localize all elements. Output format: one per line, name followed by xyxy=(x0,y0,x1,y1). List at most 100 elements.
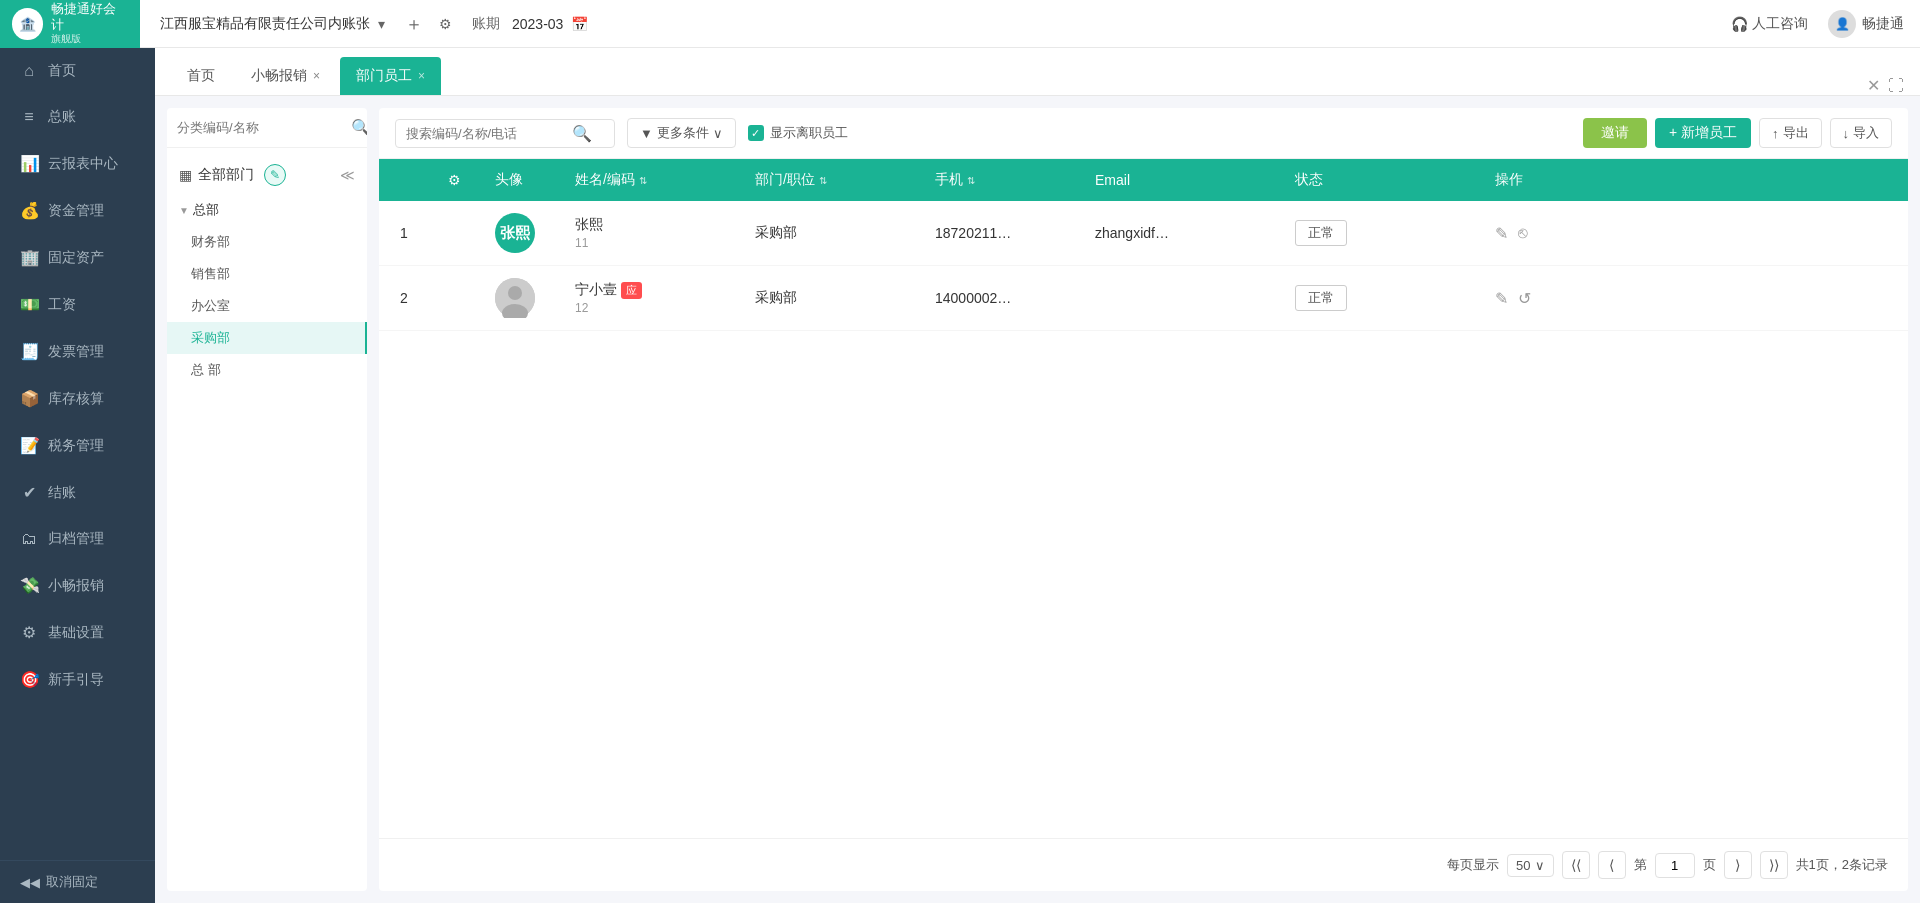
headset-icon: 🎧 xyxy=(1731,16,1748,32)
table-settings-icon[interactable]: ⚙ xyxy=(448,172,461,188)
col-phone[interactable]: 手机 ⇅ xyxy=(919,159,1079,201)
emp-table: ⚙ 头像 姓名/编码 ⇅ 部门/职位 ⇅ xyxy=(379,159,1908,838)
col-name-code[interactable]: 姓名/编码 ⇅ xyxy=(559,159,739,201)
inventory-icon: 📦 xyxy=(20,389,38,408)
col-dept-position[interactable]: 部门/职位 ⇅ xyxy=(739,159,919,201)
calendar-icon[interactable]: 📅 xyxy=(571,16,588,32)
page-size-select[interactable]: 50 ∨ xyxy=(1507,854,1553,877)
prev-page-button[interactable]: ⟨ xyxy=(1598,851,1626,879)
sidebar-item-home[interactable]: ⌂ 首页 xyxy=(0,48,155,94)
tab-expense-close[interactable]: × xyxy=(313,69,320,83)
dept-collapse-icon[interactable]: ≪ xyxy=(340,167,355,183)
last-page-button[interactable]: ⟩⟩ xyxy=(1760,851,1788,879)
total-label: 共1页，2条记录 xyxy=(1796,856,1888,874)
tab-expense-label: 小畅报销 xyxy=(251,67,307,85)
sidebar-item-guide[interactable]: 🎯 新手引导 xyxy=(0,656,155,703)
next-page-button[interactable]: ⟩ xyxy=(1724,851,1752,879)
sidebar-item-inventory[interactable]: 📦 库存核算 xyxy=(0,375,155,422)
row1-status: 正常 xyxy=(1279,201,1479,266)
all-dept-item[interactable]: ▦ 全部部门 ✎ ≪ xyxy=(167,156,367,194)
sidebar-item-expense[interactable]: 💸 小畅报销 xyxy=(0,562,155,609)
row1-edit-icon[interactable]: ✎ xyxy=(1495,224,1508,243)
row1-code: 11 xyxy=(575,236,723,250)
page-number-input[interactable] xyxy=(1655,853,1695,878)
close-window-btn[interactable]: ✕ xyxy=(1867,76,1880,95)
emp-search-icon[interactable]: 🔍 xyxy=(572,124,592,143)
dept-sales[interactable]: 销售部 xyxy=(167,258,367,290)
employee-table: ⚙ 头像 姓名/编码 ⇅ 部门/职位 ⇅ xyxy=(379,159,1908,331)
emp-toolbar: 🔍 ▼ 更多条件 ∨ ✓ 显示离职员工 邀请 xyxy=(379,108,1908,159)
row2-name: 宁小壹 xyxy=(575,281,617,299)
table-row: 2 xyxy=(379,266,1908,331)
show-resigned-area: ✓ 显示离职员工 xyxy=(748,124,848,142)
col-phone-label: 手机 xyxy=(935,171,963,187)
service-button[interactable]: 🎧 人工咨询 xyxy=(1731,15,1808,33)
sidebar-item-ledger[interactable]: ≡ 总账 xyxy=(0,94,155,140)
dept-search-input[interactable] xyxy=(177,120,345,135)
more-filter-label: 更多条件 xyxy=(657,124,709,142)
cancel-pin-button[interactable]: ◀◀ 取消固定 xyxy=(0,860,155,903)
sidebar-item-report[interactable]: 📊 云报表中心 xyxy=(0,140,155,187)
row2-refresh-icon[interactable]: ↺ xyxy=(1518,289,1531,308)
tab-employee-close[interactable]: × xyxy=(418,69,425,83)
show-resigned-checkbox[interactable]: ✓ xyxy=(748,125,764,141)
row2-avatar xyxy=(495,278,535,318)
row1-name: 张熙 xyxy=(575,216,723,234)
table-head: ⚙ 头像 姓名/编码 ⇅ 部门/职位 ⇅ xyxy=(379,159,1908,201)
table-row: 1 张熙 张熙 11 采购部 18720211… xyxy=(379,201,1908,266)
import-label: 导入 xyxy=(1853,124,1879,142)
row1-delete-icon[interactable]: ⎋ xyxy=(1518,224,1528,243)
company-name: 江西服宝精品有限责任公司内账张 xyxy=(160,15,370,33)
row2-index: 2 xyxy=(379,266,429,331)
tab-bar: 首页 小畅报销 × 部门员工 × ✕ ⛶ xyxy=(155,48,1920,96)
user-name: 畅捷通 xyxy=(1862,15,1904,33)
tab-home-label: 首页 xyxy=(187,67,215,85)
tab-employee[interactable]: 部门员工 × xyxy=(340,57,441,95)
dept-finance[interactable]: 财务部 xyxy=(167,226,367,258)
add-company-icon[interactable]: ＋ xyxy=(405,12,423,36)
import-icon: ↓ xyxy=(1843,126,1850,141)
row2-actions: ✎ ↺ xyxy=(1479,266,1908,331)
tab-home[interactable]: 首页 xyxy=(171,57,231,95)
sidebar-label-report: 云报表中心 xyxy=(48,155,118,173)
pin-icon: ◀◀ xyxy=(20,875,40,890)
employee-panel: 🔍 ▼ 更多条件 ∨ ✓ 显示离职员工 邀请 xyxy=(379,108,1908,891)
sidebar-item-salary[interactable]: 💵 工资 xyxy=(0,281,155,328)
dept-search-icon[interactable]: 🔍 xyxy=(351,118,367,137)
dept-office[interactable]: 办公室 xyxy=(167,290,367,322)
sidebar-item-archive[interactable]: 🗂 归档管理 xyxy=(0,516,155,562)
dept-edit-button[interactable]: ✎ xyxy=(264,164,286,186)
sidebar-item-closing[interactable]: ✔ 结账 xyxy=(0,469,155,516)
import-button[interactable]: ↓ 导入 xyxy=(1830,118,1893,148)
salary-icon: 💵 xyxy=(20,295,38,314)
tab-expense[interactable]: 小畅报销 × xyxy=(235,57,336,95)
settings-icon[interactable]: ⚙ xyxy=(439,16,452,32)
row2-edit-icon[interactable]: ✎ xyxy=(1495,289,1508,308)
sidebar-item-settings[interactable]: ⚙ 基础设置 xyxy=(0,609,155,656)
col-actions: 操作 xyxy=(1479,159,1908,201)
emp-search-input[interactable] xyxy=(406,126,566,141)
add-employee-button[interactable]: + 新增员工 xyxy=(1655,118,1751,148)
dept-purchase[interactable]: 采购部 xyxy=(167,322,367,354)
dept-hq[interactable]: ▼ 总部 xyxy=(167,194,367,226)
sidebar-item-tax[interactable]: 📝 税务管理 xyxy=(0,422,155,469)
sidebar-item-fixed[interactable]: 🏢 固定资产 xyxy=(0,234,155,281)
search-box: 🔍 xyxy=(395,119,615,148)
maximize-window-btn[interactable]: ⛶ xyxy=(1888,77,1904,95)
more-filter-button[interactable]: ▼ 更多条件 ∨ xyxy=(627,118,736,148)
settings-gear-icon: ⚙ xyxy=(20,623,38,642)
dept-general[interactable]: 总 部 xyxy=(167,354,367,386)
user-area[interactable]: 👤 畅捷通 xyxy=(1828,10,1904,38)
guide-icon: 🎯 xyxy=(20,670,38,689)
capital-icon: 💰 xyxy=(20,201,38,220)
invite-button[interactable]: 邀请 xyxy=(1583,118,1647,148)
row2-phone: 14000002… xyxy=(919,266,1079,331)
dept-tree: ▦ 全部部门 ✎ ≪ ▼ 总部 财务部 销售部 xyxy=(167,148,367,891)
export-button[interactable]: ↑ 导出 xyxy=(1759,118,1822,148)
company-dropdown-icon[interactable]: ▾ xyxy=(378,16,385,32)
first-page-button[interactable]: ⟨⟨ xyxy=(1562,851,1590,879)
sidebar-item-invoice[interactable]: 🧾 发票管理 xyxy=(0,328,155,375)
page-unit: 页 xyxy=(1703,856,1716,874)
sidebar-item-capital[interactable]: 💰 资金管理 xyxy=(0,187,155,234)
pagination-bar: 每页显示 50 ∨ ⟨⟨ ⟨ 第 页 ⟩ ⟩⟩ 共1页，2条记录 xyxy=(379,838,1908,891)
